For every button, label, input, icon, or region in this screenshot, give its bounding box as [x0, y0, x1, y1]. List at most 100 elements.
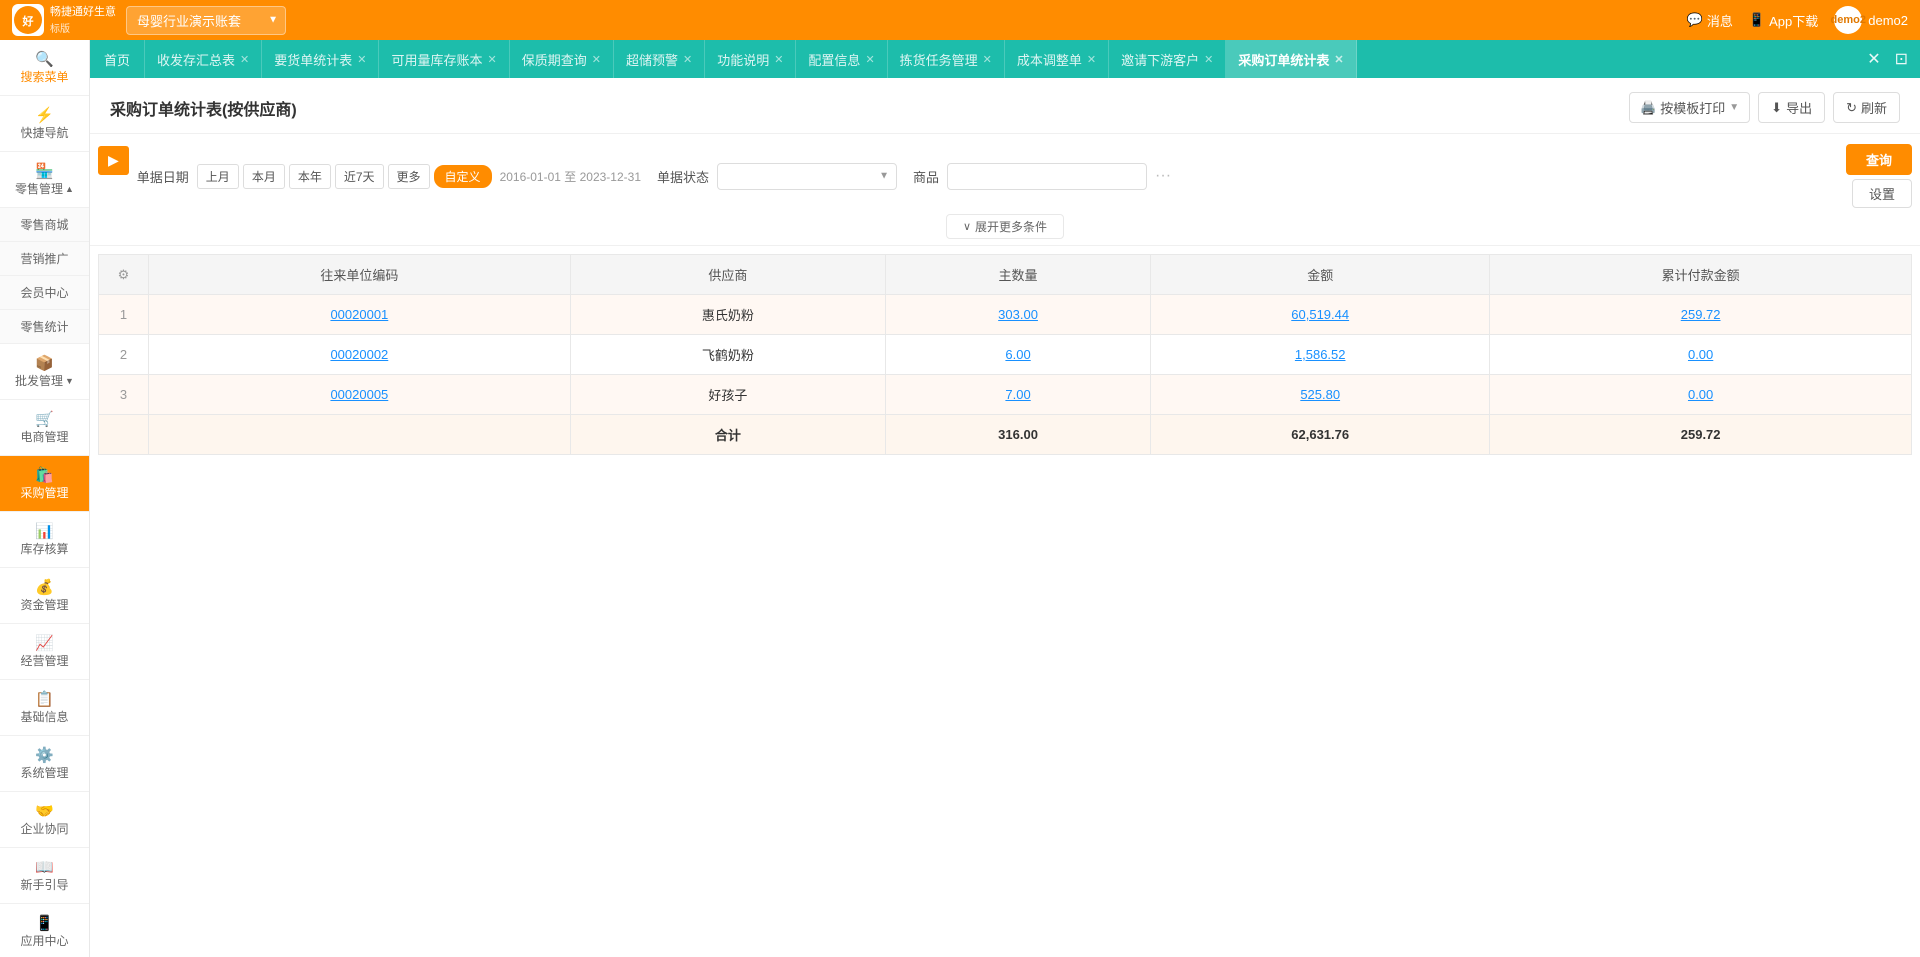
tab-expand-icon[interactable]: ⊡	[1891, 45, 1912, 73]
row3-qty[interactable]: 7.00	[886, 375, 1151, 415]
tab-home[interactable]: 首页	[90, 40, 145, 78]
row3-paid[interactable]: 0.00	[1490, 375, 1912, 415]
sidebar-item-app-center[interactable]: 📱 应用中心	[0, 904, 89, 957]
row3-num: 3	[99, 375, 149, 415]
tab-close-icon[interactable]: ✕	[865, 53, 874, 66]
tab-cost-adjust[interactable]: 成本调整单 ✕	[1005, 40, 1109, 78]
col-gear[interactable]: ⚙	[99, 255, 149, 295]
page-title: 采购订单统计表(按供应商)	[110, 96, 297, 120]
logo-text: 畅捷通好生意	[50, 5, 116, 19]
refresh-btn[interactable]: ↻ 刷新	[1833, 92, 1900, 123]
row1-amount[interactable]: 60,519.44	[1151, 295, 1490, 335]
sidebar-item-retail[interactable]: 🏪 零售管理 ▲	[0, 152, 89, 208]
user-menu[interactable]: demo2 demo2	[1834, 6, 1908, 34]
tab-invite-downstream[interactable]: 邀请下游客户 ✕	[1109, 40, 1226, 78]
date-btn-more[interactable]: 更多	[388, 164, 430, 189]
row1-paid[interactable]: 259.72	[1490, 295, 1912, 335]
date-btn-this-month[interactable]: 本月	[243, 164, 285, 189]
gear-settings-icon[interactable]: ⚙	[118, 267, 130, 282]
sidebar-item-purchase[interactable]: 🛍️ 采购管理	[0, 456, 89, 512]
tab-receive-summary[interactable]: 收发存汇总表 ✕	[145, 40, 262, 78]
goods-input[interactable]	[947, 163, 1147, 190]
footer-qty: 316.00	[886, 415, 1151, 455]
nav-tabs: 首页 收发存汇总表 ✕ 要货单统计表 ✕ 可用量库存账本 ✕ 保质期查询 ✕ 超…	[90, 40, 1920, 78]
tab-available-stock[interactable]: 可用量库存账本 ✕	[379, 40, 509, 78]
sidebar-item-system[interactable]: ⚙️ 系统管理	[0, 736, 89, 792]
sidebar-item-new-guide[interactable]: 📖 新手引导	[0, 848, 89, 904]
filter-toggle-btn[interactable]: ▶	[98, 146, 129, 175]
tab-close-icon[interactable]: ✕	[488, 53, 497, 66]
col-amount-header: 金额	[1151, 255, 1490, 295]
export-btn[interactable]: ⬇ 导出	[1758, 92, 1825, 123]
sidebar-item-enterprise-collab[interactable]: 🤝 企业协同	[0, 792, 89, 848]
date-range-display: 2016-01-01 至 2023-12-31	[500, 168, 641, 185]
footer-label: 合计	[570, 415, 885, 455]
date-btn-this-year[interactable]: 本年	[289, 164, 331, 189]
tab-close-icon[interactable]: ✕	[774, 53, 783, 66]
tab-close-icon[interactable]: ✕	[1204, 53, 1213, 66]
sidebar-item-member[interactable]: 会员中心	[0, 276, 89, 310]
row2-qty[interactable]: 6.00	[886, 335, 1151, 375]
sidebar-item-basic-info[interactable]: 📋 基础信息	[0, 680, 89, 736]
chevron-down-icon: ∨	[963, 220, 971, 233]
tab-pick-task[interactable]: 拣货任务管理 ✕	[888, 40, 1005, 78]
retail-icon: 🏪	[0, 162, 89, 180]
sidebar-item-inventory[interactable]: 📊 库存核算	[0, 512, 89, 568]
search-icon: 🔍	[0, 50, 89, 68]
sidebar-item-operations[interactable]: 📈 经营管理	[0, 624, 89, 680]
goods-more-icon[interactable]: ···	[1155, 167, 1171, 185]
message-btn[interactable]: 💬 消息	[1687, 11, 1733, 30]
date-btn-custom[interactable]: 自定义	[434, 165, 492, 188]
date-btn-last-month[interactable]: 上月	[197, 164, 239, 189]
sidebar-item-marketing[interactable]: 营销推广	[0, 242, 89, 276]
tab-close-icon[interactable]: ✕	[240, 53, 249, 66]
row1-num: 1	[99, 295, 149, 335]
page-header: 采购订单统计表(按供应商) 🖨️ 按模板打印 ▼ ⬇ 导出 ↻ 刷新	[90, 78, 1920, 134]
query-btn[interactable]: 查询	[1846, 144, 1912, 175]
row2-code[interactable]: 00020002	[149, 335, 571, 375]
tab-close-all-icon[interactable]: ✕	[1863, 45, 1884, 73]
row1-code[interactable]: 00020001	[149, 295, 571, 335]
sidebar-item-wholesale[interactable]: 📦 批发管理 ▼	[0, 344, 89, 400]
logo: 好 畅捷通好生意 标版	[12, 4, 116, 36]
date-btn-7days[interactable]: 近7天	[335, 164, 384, 189]
sidebar-item-search[interactable]: 🔍 搜索菜单	[0, 40, 89, 96]
row3-amount[interactable]: 525.80	[1151, 375, 1490, 415]
sidebar-item-retail-stats[interactable]: 零售统计	[0, 310, 89, 344]
row2-paid[interactable]: 0.00	[1490, 335, 1912, 375]
export-icon: ⬇	[1771, 100, 1782, 116]
data-table: ⚙ 往来单位编码 供应商 主数量 金额 累计付款金额 1 00020001	[98, 254, 1912, 455]
app-download-btn[interactable]: 📱 App下载	[1749, 11, 1818, 30]
row3-supplier: 好孩子	[570, 375, 885, 415]
table-row: 1 00020001 惠氏奶粉 303.00 60,519.44 259.72	[99, 295, 1912, 335]
tab-close-icon[interactable]: ✕	[357, 53, 366, 66]
inventory-icon: 📊	[0, 522, 89, 540]
avatar: demo2	[1834, 6, 1862, 34]
row3-code[interactable]: 00020005	[149, 375, 571, 415]
sidebar-item-finance[interactable]: 💰 资金管理	[0, 568, 89, 624]
purchase-icon: 🛍️	[0, 466, 89, 484]
workspace-selector[interactable]: 母婴行业演示账套 ▼	[126, 6, 286, 35]
tab-config-info[interactable]: 配置信息 ✕	[796, 40, 887, 78]
tab-shelf-life[interactable]: 保质期查询 ✕	[510, 40, 614, 78]
template-print-btn[interactable]: 🖨️ 按模板打印 ▼	[1629, 92, 1750, 123]
tab-close-icon[interactable]: ✕	[1334, 53, 1343, 66]
tab-overstock[interactable]: 超储预警 ✕	[614, 40, 705, 78]
sidebar-item-quick-nav[interactable]: ⚡ 快捷导航	[0, 96, 89, 152]
row1-qty[interactable]: 303.00	[886, 295, 1151, 335]
tab-close-icon[interactable]: ✕	[592, 53, 601, 66]
status-select[interactable]	[717, 163, 897, 190]
topbar: 好 畅捷通好生意 标版 母婴行业演示账套 ▼ 💬 消息 📱 App下载 demo…	[0, 0, 1920, 40]
tab-close-icon[interactable]: ✕	[683, 53, 692, 66]
settings-btn[interactable]: 设置	[1852, 179, 1912, 208]
sidebar-item-ecommerce[interactable]: 🛒 电商管理	[0, 400, 89, 456]
expand-more-btn[interactable]: ∨ 展开更多条件	[946, 214, 1064, 239]
tab-function-desc[interactable]: 功能说明 ✕	[705, 40, 796, 78]
sidebar-item-retail-shop[interactable]: 零售商城	[0, 208, 89, 242]
table-area: ⚙ 往来单位编码 供应商 主数量 金额 累计付款金额 1 00020001	[90, 246, 1920, 957]
tab-close-icon[interactable]: ✕	[1087, 53, 1096, 66]
tab-purchase-stats[interactable]: 采购订单统计表 ✕	[1226, 40, 1356, 78]
row2-amount[interactable]: 1,586.52	[1151, 335, 1490, 375]
tab-goods-stats[interactable]: 要货单统计表 ✕	[262, 40, 379, 78]
tab-close-icon[interactable]: ✕	[983, 53, 992, 66]
